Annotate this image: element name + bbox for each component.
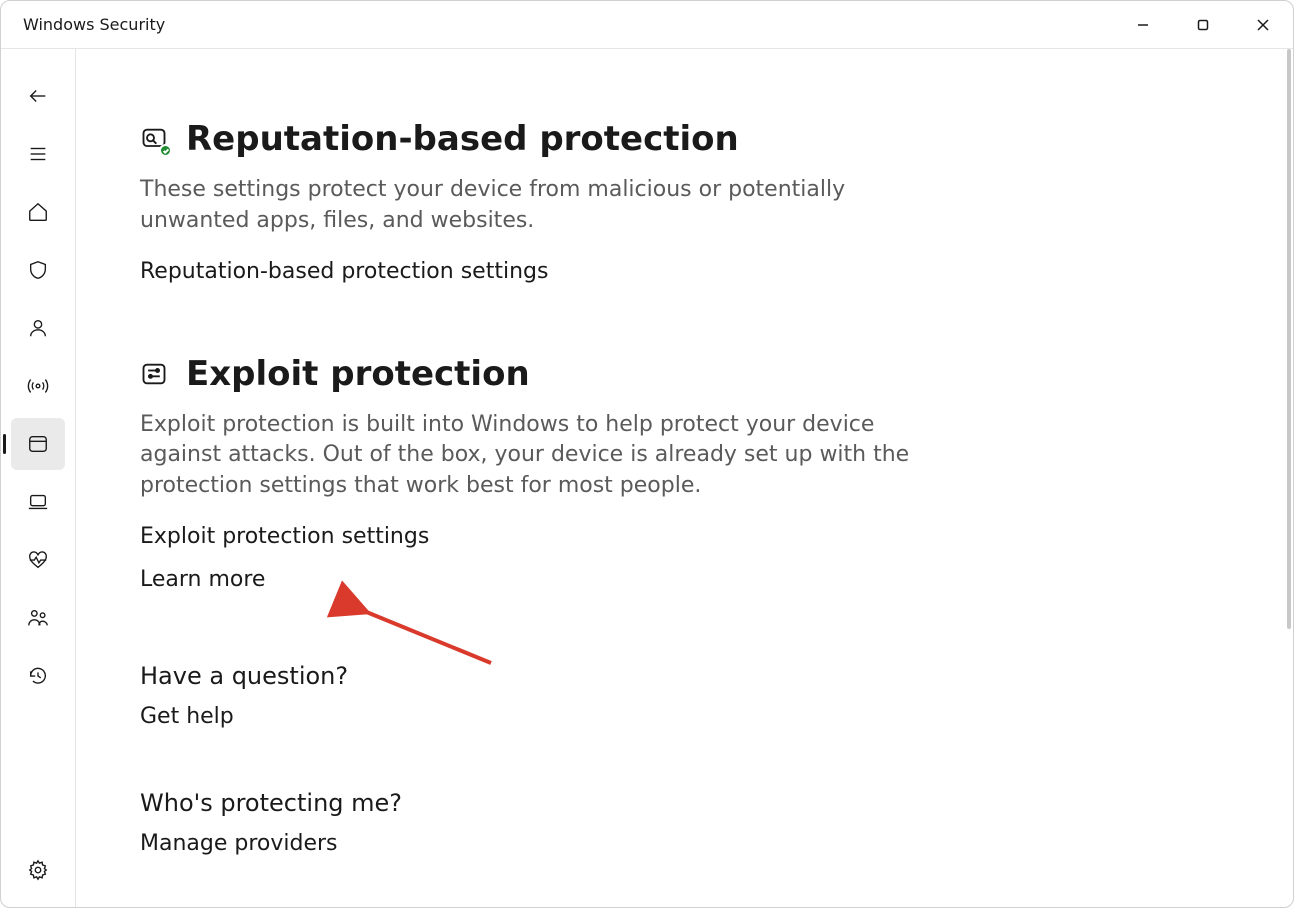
person-icon — [27, 317, 49, 339]
menu-icon — [27, 143, 49, 165]
minimize-button[interactable] — [1113, 1, 1173, 48]
back-icon — [27, 85, 49, 107]
status-ok-badge — [159, 144, 172, 157]
window-controls — [1113, 1, 1293, 48]
section-help: Have a question? Get help — [140, 662, 932, 729]
exploit-description: Exploit protection is built into Windows… — [140, 410, 932, 502]
maximize-button[interactable] — [1173, 1, 1233, 48]
nav-account-protection[interactable] — [11, 302, 65, 354]
nav-device-performance[interactable] — [11, 534, 65, 586]
titlebar: Windows Security — [1, 1, 1293, 49]
nav-family-options[interactable] — [11, 592, 65, 644]
content-area: Reputation-based protection These settin… — [75, 49, 1293, 907]
exploit-icon — [140, 360, 168, 388]
section-exploit-protection: Exploit protection Exploit protection is… — [140, 354, 932, 592]
providers-heading: Who's protecting me? — [140, 789, 932, 817]
scrollbar[interactable] — [1287, 49, 1291, 629]
help-heading: Have a question? — [140, 662, 932, 690]
gear-icon — [27, 859, 49, 881]
antenna-icon — [27, 375, 49, 397]
close-button[interactable] — [1233, 1, 1293, 48]
reputation-title: Reputation-based protection — [186, 119, 739, 159]
section-providers: Who's protecting me? Manage providers — [140, 789, 932, 856]
minimize-icon — [1136, 18, 1150, 32]
home-icon — [27, 201, 49, 223]
nav-menu[interactable] — [11, 128, 65, 180]
section-reputation-protection: Reputation-based protection These settin… — [140, 119, 932, 284]
nav-virus-protection[interactable] — [11, 244, 65, 296]
sidebar — [1, 49, 75, 907]
reputation-settings-link[interactable]: Reputation-based protection settings — [140, 259, 932, 284]
shield-icon — [27, 259, 49, 281]
family-icon — [27, 607, 49, 629]
nav-protection-history[interactable] — [11, 650, 65, 702]
reputation-description: These settings protect your device from … — [140, 175, 932, 237]
exploit-learn-more-link[interactable]: Learn more — [140, 567, 932, 592]
window-title: Windows Security — [23, 15, 165, 34]
history-icon — [27, 665, 49, 687]
nav-back[interactable] — [11, 70, 65, 122]
manage-providers-link[interactable]: Manage providers — [140, 831, 932, 856]
nav-app-browser-control[interactable] — [11, 418, 65, 470]
exploit-settings-link[interactable]: Exploit protection settings — [140, 524, 932, 549]
nav-settings[interactable] — [11, 844, 65, 896]
nav-device-security[interactable] — [11, 476, 65, 528]
maximize-icon — [1196, 18, 1210, 32]
laptop-icon — [27, 491, 49, 513]
close-icon — [1256, 18, 1270, 32]
nav-home[interactable] — [11, 186, 65, 238]
get-help-link[interactable]: Get help — [140, 704, 932, 729]
nav-firewall[interactable] — [11, 360, 65, 412]
exploit-title: Exploit protection — [186, 354, 530, 394]
app-window-icon — [27, 433, 49, 455]
reputation-icon — [140, 125, 168, 153]
heart-icon — [27, 549, 49, 571]
